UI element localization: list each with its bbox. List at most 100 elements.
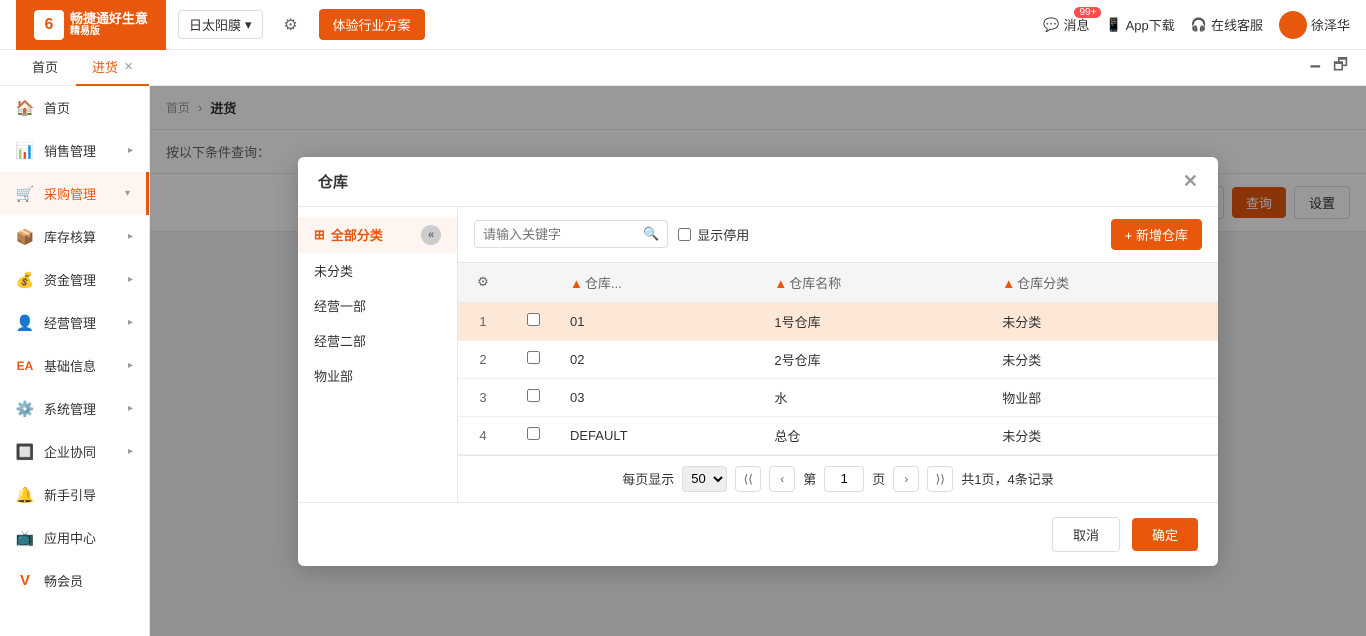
modal-sidebar-property[interactable]: 物业部 xyxy=(298,358,457,393)
message-icon: 💬 xyxy=(1043,17,1059,33)
top-header: 6 畅捷通好生意 精易版 日太阳膜 ▾ ⚙ 体验行业方案 💬 消息 99+ 📱 … xyxy=(0,0,1366,50)
modal-toolbar: 🔍 显示停用 + 新增仓库 xyxy=(458,207,1218,263)
col-name[interactable]: ▲仓库名称 xyxy=(762,263,990,303)
minimize-icon[interactable]: 🗕 xyxy=(1308,52,1323,83)
show-disabled-checkbox[interactable]: 显示停用 xyxy=(678,225,749,244)
gear-button[interactable]: ⚙ xyxy=(275,9,307,41)
modal-header: 仓库 ✕ xyxy=(298,157,1218,207)
sidebar-item-inventory[interactable]: 📦 库存核算 ▸ xyxy=(0,215,149,258)
search-icon[interactable]: 🔍 xyxy=(635,221,667,247)
phone-icon: 📱 xyxy=(1105,17,1121,33)
per-page-select[interactable]: 50 xyxy=(682,466,727,492)
modal-overlay: 仓库 ✕ ⊞ 全部分类 « 未分类 xyxy=(150,86,1366,636)
row-checkbox[interactable] xyxy=(527,313,540,326)
sidebar-item-finance[interactable]: 💰 资金管理 ▸ xyxy=(0,258,149,301)
expand-arrow-icon: ▸ xyxy=(128,274,133,285)
home-icon: 🏠 xyxy=(16,99,34,117)
expand-arrow-icon: ▸ xyxy=(128,403,133,414)
prev-page-button[interactable]: ‹ xyxy=(769,466,795,492)
first-page-button[interactable]: ⟨⟨ xyxy=(735,466,761,492)
header-right: 💬 消息 99+ 📱 App下载 🎧 在线客服 徐泽华 xyxy=(1043,11,1350,39)
modal-action-footer: 取消 确定 xyxy=(298,502,1218,566)
branch-selector[interactable]: 日太阳膜 ▾ xyxy=(178,10,263,39)
nav-actions: 🗕 🗗 xyxy=(1308,52,1350,83)
modal-sidebar-uncategorized[interactable]: 未分类 xyxy=(298,253,457,288)
show-disabled-input[interactable] xyxy=(678,228,691,241)
sidebar-item-guide[interactable]: 🔔 新手引导 xyxy=(0,473,149,516)
system-icon: ⚙️ xyxy=(16,400,34,418)
logo: 6 畅捷通好生意 精易版 xyxy=(16,0,166,50)
main-layout: 🏠 首页 📊 销售管理 ▸ 🛒 采购管理 ▾ 📦 库存核算 ▸ 💰 资金管理 ▸… xyxy=(0,86,1366,636)
expand-arrow-icon: ▸ xyxy=(128,317,133,328)
expand-arrow-icon: ▸ xyxy=(128,145,133,156)
basic-info-icon: EA xyxy=(16,357,34,375)
col-category[interactable]: ▲仓库分类 xyxy=(990,263,1218,303)
page-number-input[interactable] xyxy=(824,466,864,492)
collapse-button[interactable]: « xyxy=(421,225,441,245)
modal-sidebar-dept1[interactable]: 经营一部 xyxy=(298,288,457,323)
confirm-button[interactable]: 确定 xyxy=(1132,518,1198,551)
expand-arrow-icon: ▸ xyxy=(128,231,133,242)
row-checkbox[interactable] xyxy=(527,389,540,402)
table-row[interactable]: 4 DEFAULT 总仓 未分类 xyxy=(458,416,1218,454)
member-icon: V xyxy=(16,572,34,590)
modal-main: 🔍 显示停用 + 新增仓库 xyxy=(458,207,1218,502)
notification-button[interactable]: 💬 消息 99+ xyxy=(1043,15,1089,34)
sidebar: 🏠 首页 📊 销售管理 ▸ 🛒 采购管理 ▾ 📦 库存核算 ▸ 💰 资金管理 ▸… xyxy=(0,86,150,636)
sidebar-item-system[interactable]: ⚙️ 系统管理 ▸ xyxy=(0,387,149,430)
content-area: 首页 › 进货 按以下条件查询： 🖨 打印 ▾ ↑ 导出 ↺ 刷新 查询 设置 xyxy=(150,86,1366,636)
expand-arrow-icon: ▸ xyxy=(128,360,133,371)
nav-tabs: 首页 进货 ✕ 🗕 🗗 xyxy=(0,50,1366,86)
tab-home[interactable]: 首页 xyxy=(16,50,74,86)
cancel-button[interactable]: 取消 xyxy=(1052,517,1120,552)
last-page-button[interactable]: ⟩⟩ xyxy=(927,466,953,492)
sales-icon: 📊 xyxy=(16,142,34,160)
expand-arrow-icon: ▾ xyxy=(125,188,130,199)
sidebar-item-purchase[interactable]: 🛒 采购管理 ▾ xyxy=(0,172,149,215)
sidebar-item-sales[interactable]: 📊 销售管理 ▸ xyxy=(0,129,149,172)
sidebar-item-member[interactable]: V 畅会员 xyxy=(0,559,149,602)
logo-text: 畅捷通好生意 精易版 xyxy=(70,11,148,39)
table-row[interactable]: 3 03 水 物业部 xyxy=(458,378,1218,416)
modal-sidebar-all[interactable]: ⊞ 全部分类 « xyxy=(298,217,457,253)
logo-icon: 6 xyxy=(34,10,64,40)
sidebar-item-operations[interactable]: 👤 经营管理 ▸ xyxy=(0,301,149,344)
pagination-bar: 每页显示 50 ⟨⟨ ‹ 第 页 › ⟩⟩ 共1页，4条记录 xyxy=(458,455,1218,502)
table-row[interactable]: 2 02 2号仓库 未分类 xyxy=(458,340,1218,378)
table-row[interactable]: 1 01 1号仓库 未分类 xyxy=(458,302,1218,340)
warehouse-table-wrap: ⚙ ▲仓库... ▲仓库名称 ▲仓库分类 1 xyxy=(458,263,1218,455)
row-checkbox[interactable] xyxy=(527,351,540,364)
modal-body: ⊞ 全部分类 « 未分类 经营一部 经营二部 xyxy=(298,207,1218,502)
enterprise-icon: 🔲 xyxy=(16,443,34,461)
col-code[interactable]: ▲仓库... xyxy=(558,263,762,303)
warehouse-modal: 仓库 ✕ ⊞ 全部分类 « 未分类 xyxy=(298,157,1218,566)
user-menu-button[interactable]: 徐泽华 xyxy=(1279,11,1350,39)
sidebar-item-apps[interactable]: 📺 应用中心 xyxy=(0,516,149,559)
search-input[interactable] xyxy=(475,222,635,247)
col-settings[interactable]: ⚙ xyxy=(458,263,508,303)
modal-sidebar-dept2[interactable]: 经营二部 xyxy=(298,323,457,358)
add-warehouse-button[interactable]: + 新增仓库 xyxy=(1111,219,1202,250)
chevron-down-icon: ▾ xyxy=(245,17,252,33)
next-page-button[interactable]: › xyxy=(893,466,919,492)
grid-icon: ⊞ xyxy=(314,227,325,243)
app-download-button[interactable]: 📱 App下载 xyxy=(1105,15,1174,34)
tab-purchase[interactable]: 进货 ✕ xyxy=(76,50,149,86)
modal-close-button[interactable]: ✕ xyxy=(1183,171,1198,192)
maximize-icon[interactable]: 🗗 xyxy=(1331,52,1350,83)
experience-button[interactable]: 体验行业方案 xyxy=(319,9,425,40)
guide-icon: 🔔 xyxy=(16,486,34,504)
finance-icon: 💰 xyxy=(16,271,34,289)
inventory-icon: 📦 xyxy=(16,228,34,246)
sidebar-item-enterprise[interactable]: 🔲 企业协同 ▸ xyxy=(0,430,149,473)
warehouse-table: ⚙ ▲仓库... ▲仓库名称 ▲仓库分类 1 xyxy=(458,263,1218,455)
avatar xyxy=(1279,11,1307,39)
sidebar-item-home[interactable]: 🏠 首页 xyxy=(0,86,149,129)
search-field[interactable]: 🔍 xyxy=(474,220,668,248)
online-service-button[interactable]: 🎧 在线客服 xyxy=(1191,15,1263,34)
purchase-icon: 🛒 xyxy=(16,185,34,203)
row-checkbox[interactable] xyxy=(527,427,540,440)
operations-icon: 👤 xyxy=(16,314,34,332)
tab-close-icon[interactable]: ✕ xyxy=(124,60,133,73)
sidebar-item-basic-info[interactable]: EA 基础信息 ▸ xyxy=(0,344,149,387)
